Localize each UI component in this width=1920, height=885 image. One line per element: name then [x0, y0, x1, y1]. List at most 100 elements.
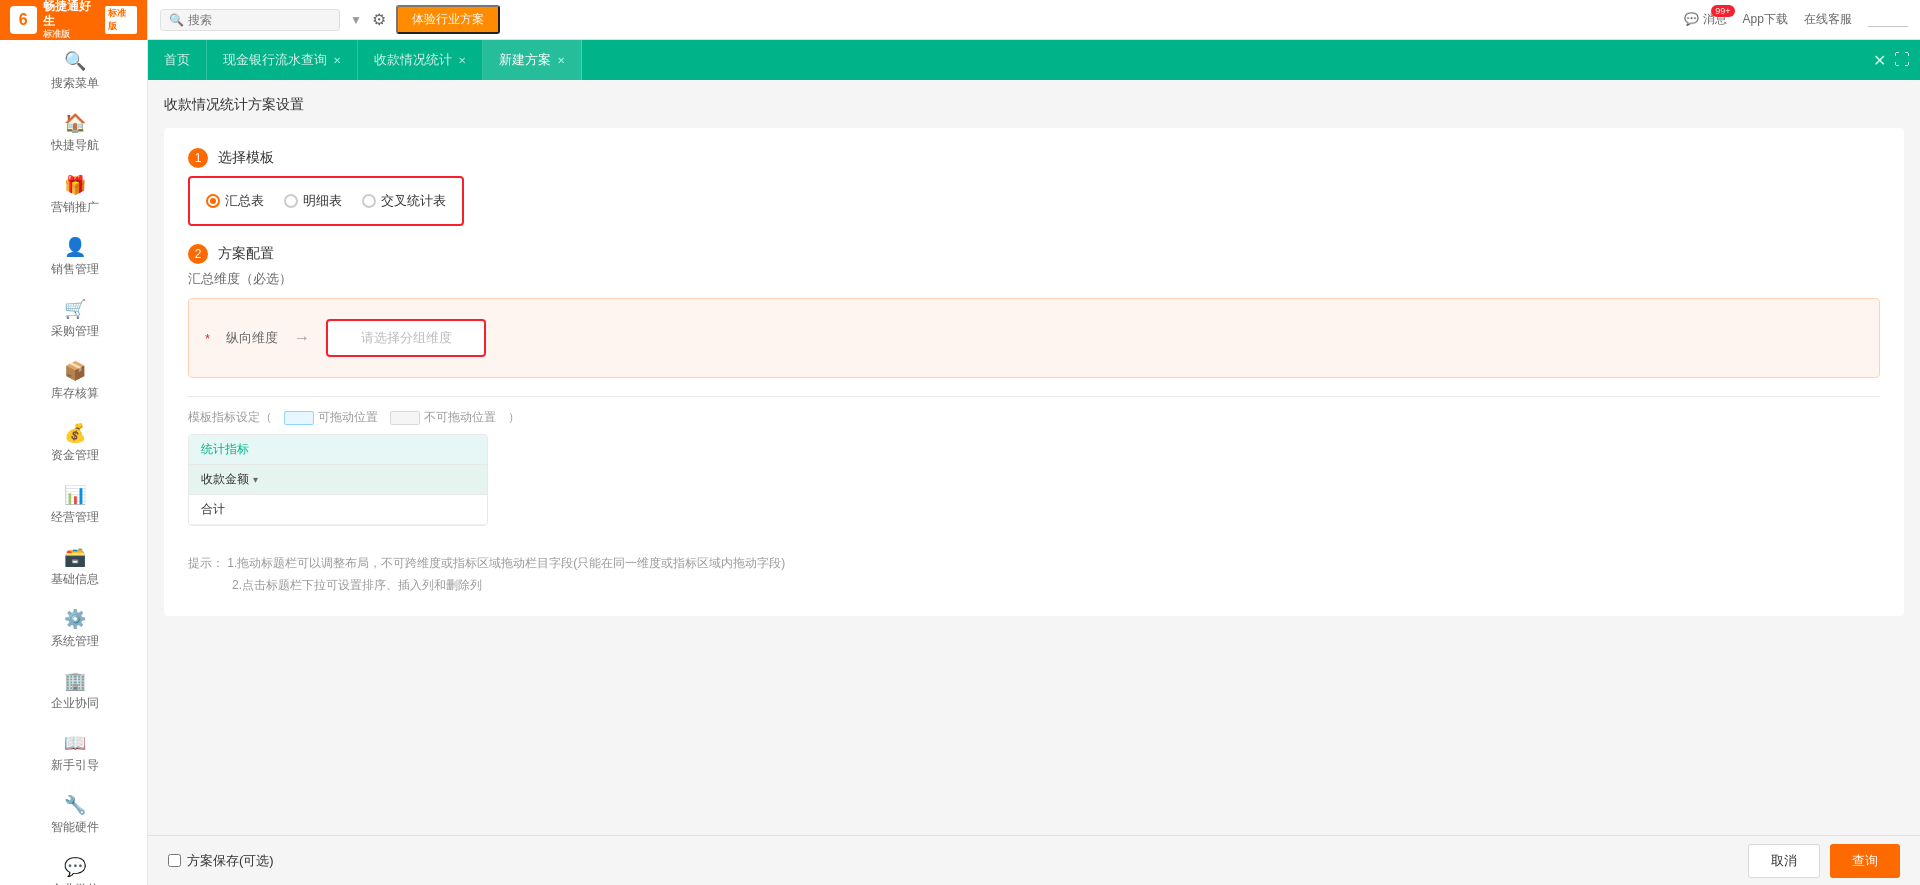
tab-expand-icon[interactable]: ⛶	[1894, 51, 1910, 69]
metrics-chevron-icon[interactable]: ▾	[253, 474, 258, 485]
cancel-button[interactable]: 取消	[1748, 844, 1820, 878]
dimension-area: * 纵向维度 → 请选择分组维度	[188, 298, 1880, 378]
save-checkbox[interactable]	[168, 854, 181, 867]
page-title: 收款情况统计方案设置	[164, 96, 1904, 114]
radio-summary-label: 汇总表	[225, 192, 264, 210]
footer-buttons: 取消 查询	[1748, 844, 1900, 878]
logo-sub: 标准版	[43, 28, 100, 41]
radio-summary[interactable]: 汇总表	[206, 192, 264, 210]
sidebar-item-label: 采购管理	[51, 323, 99, 340]
step2-num: 2	[188, 244, 208, 264]
tips-area: 提示： 1.拖动标题栏可以调整布局，不可跨维度或指标区域拖动栏目字段(只能在同一…	[188, 553, 1880, 596]
sidebar-item-system[interactable]: ⚙️系统管理	[0, 598, 147, 660]
save-label: 方案保存(可选)	[187, 852, 274, 870]
radio-detail[interactable]: 明细表	[284, 192, 342, 210]
metrics-header: 统计指标	[189, 435, 487, 465]
sidebar-item-label: 快捷导航	[51, 137, 99, 154]
sidebar-item-label: 库存核算	[51, 385, 99, 402]
tabbar: 首页 现金银行流水查询 ✕ 收款情况统计 ✕ 新建方案 ✕ ✕ ⛶	[148, 40, 1920, 80]
building-icon: 🏢	[64, 670, 86, 692]
sidebar-item-inventory[interactable]: 📦 库存核算	[0, 350, 147, 412]
sidebar-item-finance[interactable]: 💰资金管理	[0, 412, 147, 474]
radio-cross[interactable]: 交叉统计表	[362, 192, 446, 210]
sidebar-item-wechat[interactable]: 💬企业微信	[0, 846, 147, 885]
step2-label: 方案配置	[218, 245, 274, 263]
tip-line-1: 提示： 1.拖动标题栏可以调整布局，不可跨维度或指标区域拖动栏目字段(只能在同一…	[188, 553, 1880, 575]
sidebar-item-label: 新手引导	[51, 757, 99, 774]
sidebar-item-label: 基础信息	[51, 571, 99, 588]
radio-detail-circle	[284, 194, 298, 208]
metrics-hint: 模板指标设定（ 可拖动位置 不可拖动位置 ）	[188, 409, 1880, 426]
topbar-dropdown-icon[interactable]: ▼	[350, 13, 362, 27]
sidebar-item-purchase[interactable]: 🛒采购管理	[0, 288, 147, 350]
tab-cash-label: 现金银行流水查询	[223, 51, 327, 69]
trial-button[interactable]: 体验行业方案	[396, 5, 500, 34]
metrics-title-label: 模板指标设定（	[188, 409, 272, 426]
sidebar-item-home[interactable]: 🏠快捷导航	[0, 102, 147, 164]
sidebar-item-label: 智能硬件	[51, 819, 99, 836]
tab-home-label: 首页	[164, 51, 190, 69]
sidebar: 6 畅捷通好生 标准版 标准版 🔍 搜索菜单 🏠快捷导航 🎁营销推广 👤销售管理 …	[0, 0, 148, 885]
notification-icon[interactable]: 💬 消息 99+	[1684, 11, 1726, 28]
tab-new-plan[interactable]: 新建方案 ✕	[483, 40, 582, 80]
box-icon: 📦	[64, 360, 86, 382]
sidebar-item-guide[interactable]: 📖新手引导	[0, 722, 147, 784]
metrics-col-header[interactable]: 收款金额 ▾	[189, 465, 487, 495]
sidebar-item-sales[interactable]: 👤销售管理	[0, 226, 147, 288]
content-area: 收款情况统计方案设置 1 选择模板 汇总表 明细表	[148, 80, 1920, 835]
sidebar-item-basic[interactable]: 🗃️ 基础信息	[0, 536, 147, 598]
tab-new-plan-label: 新建方案	[499, 51, 551, 69]
tab-new-plan-close[interactable]: ✕	[557, 55, 565, 66]
sidebar-item-label: 搜索菜单	[51, 75, 99, 92]
section-divider	[188, 396, 1880, 397]
sidebar-item-label: 系统管理	[51, 633, 99, 650]
logo-text: 畅捷通好生	[43, 0, 100, 28]
sidebar-item-label: 企业微信	[51, 881, 99, 885]
main-area: 🔍 ▼ ⚙ 体验行业方案 💬 消息 99+ App下载 在线客服 ______ …	[148, 0, 1920, 885]
notification-badge: 99+	[1711, 5, 1734, 17]
step1-num: 1	[188, 148, 208, 168]
metrics-table: 统计指标 收款金额 ▾ 合计	[188, 434, 488, 526]
tab-collection-close[interactable]: ✕	[458, 55, 466, 66]
user-name: ______	[1868, 13, 1908, 27]
search-icon: 🔍	[64, 50, 86, 72]
sidebar-badge: 标准版	[105, 6, 137, 34]
tip-text-2: 2.点击标题栏下拉可设置排序、插入列和删除列	[188, 575, 482, 597]
sidebar-logo: 6 畅捷通好生 标准版 标准版	[0, 0, 147, 40]
sidebar-item-label: 企业协同	[51, 695, 99, 712]
database-icon: 🗃️	[64, 546, 86, 568]
hint-drag-box	[284, 411, 314, 425]
query-button[interactable]: 查询	[1830, 844, 1900, 878]
tab-cash[interactable]: 现金银行流水查询 ✕	[207, 40, 358, 80]
sidebar-item-label: 经营管理	[51, 509, 99, 526]
topbar: 🔍 ▼ ⚙ 体验行业方案 💬 消息 99+ App下载 在线客服 ______	[148, 0, 1920, 40]
metrics-close-paren: ）	[508, 409, 520, 426]
radio-cross-label: 交叉统计表	[381, 192, 446, 210]
app-download-link[interactable]: App下载	[1743, 11, 1788, 28]
tab-close-all-icon[interactable]: ✕	[1873, 51, 1886, 70]
sidebar-item-marketing[interactable]: 🎁营销推广	[0, 164, 147, 226]
gear-settings-icon[interactable]: ⚙	[372, 10, 386, 29]
step1-label: 选择模板	[218, 149, 274, 167]
footer-bar: 方案保存(可选) 取消 查询	[148, 835, 1920, 885]
dimension-select-box[interactable]: 请选择分组维度	[326, 319, 486, 357]
tab-collection-label: 收款情况统计	[374, 51, 452, 69]
tab-home[interactable]: 首页	[148, 40, 207, 80]
dimension-row-label: 纵向维度	[226, 329, 278, 347]
sidebar-nav: 🔍 搜索菜单 🏠快捷导航 🎁营销推广 👤销售管理 🛒采购管理 📦 库存核算 💰资金管…	[0, 40, 147, 885]
sidebar-item-management[interactable]: 📊经营管理	[0, 474, 147, 536]
hint-drag-label: 可拖动位置	[318, 409, 378, 426]
sidebar-item-hardware[interactable]: 🔧智能硬件	[0, 784, 147, 846]
search-icon: 🔍	[169, 13, 184, 27]
sidebar-item-search[interactable]: 🔍 搜索菜单	[0, 40, 147, 102]
tab-cash-close[interactable]: ✕	[333, 55, 341, 66]
topbar-search-box[interactable]: 🔍	[160, 9, 340, 31]
hint-nodrag-item: 不可拖动位置	[390, 409, 496, 426]
template-radio-group: 汇总表 明细表 交叉统计表	[206, 192, 446, 210]
tab-actions: ✕ ⛶	[1873, 40, 1920, 80]
tab-collection[interactable]: 收款情况统计 ✕	[358, 40, 483, 80]
radio-summary-circle	[206, 194, 220, 208]
support-link[interactable]: 在线客服	[1804, 11, 1852, 28]
search-input[interactable]	[188, 13, 328, 27]
sidebar-item-enterprise[interactable]: 🏢 企业协同	[0, 660, 147, 722]
